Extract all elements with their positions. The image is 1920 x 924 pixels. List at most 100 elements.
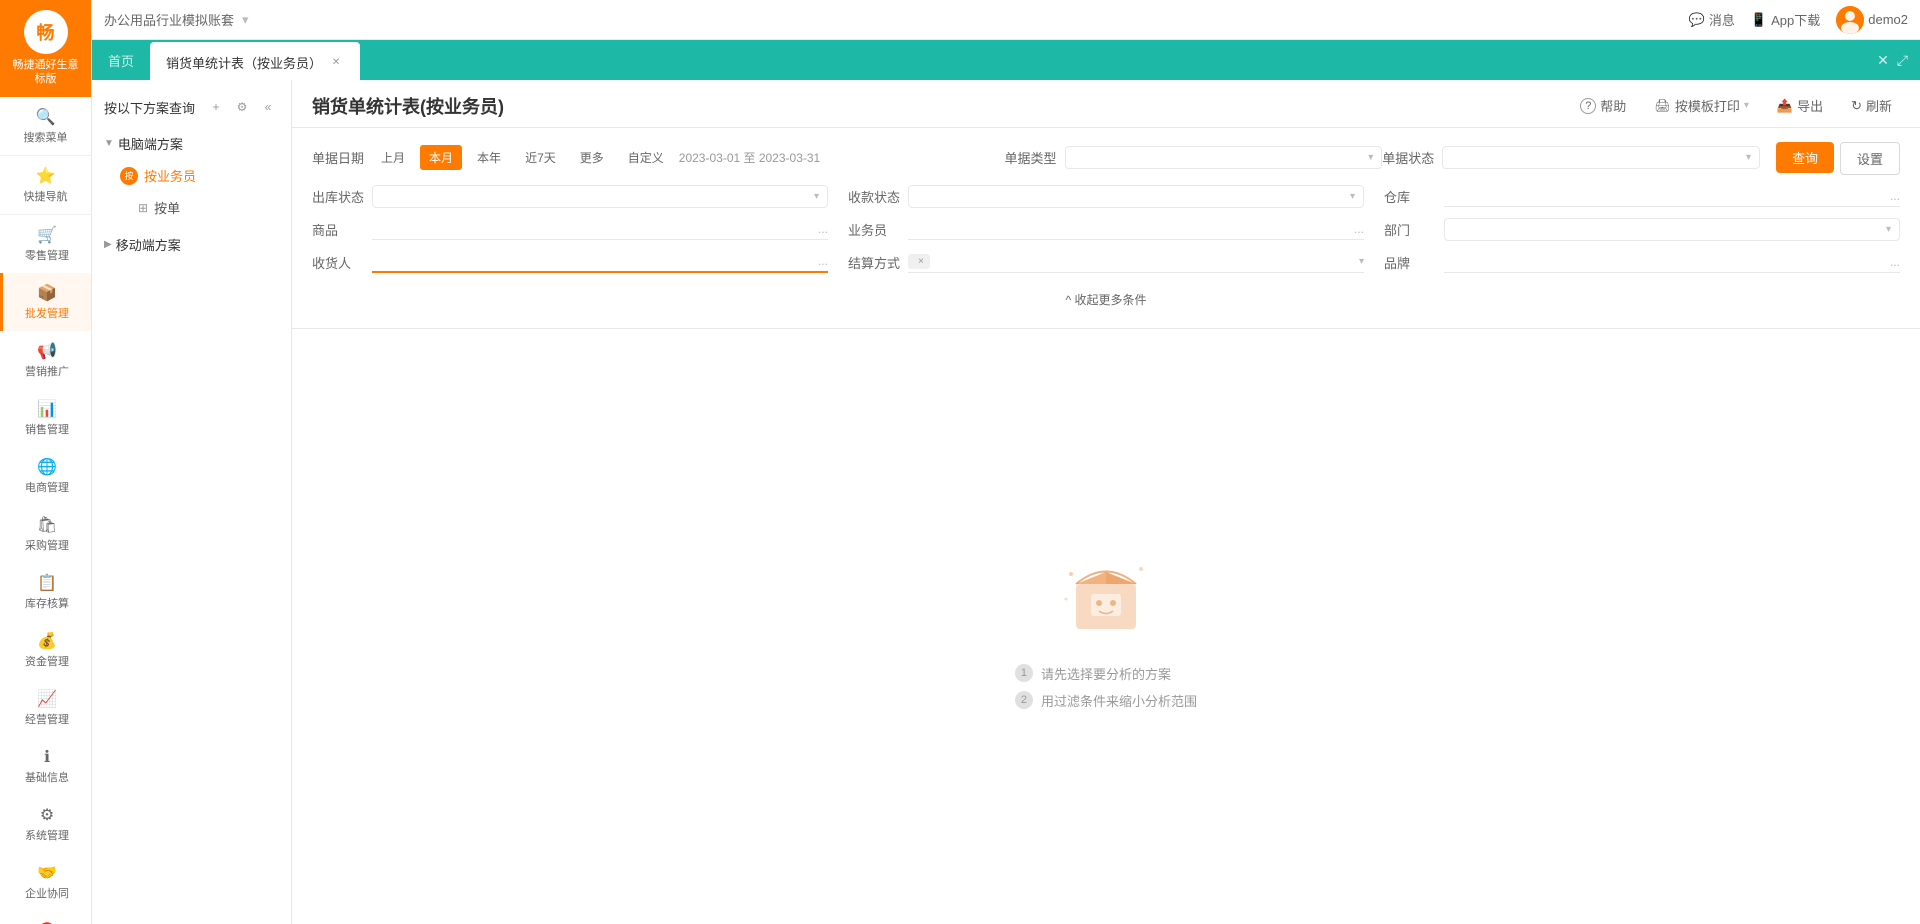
- tab-sales-stat[interactable]: 销货单统计表（按业务员） ✕: [150, 42, 360, 82]
- breadcrumb-dropdown-icon[interactable]: ▾: [242, 12, 249, 28]
- goods-control: ...: [372, 219, 828, 240]
- date-btn-custom[interactable]: 自定义: [619, 145, 673, 170]
- close-all-tabs-btn[interactable]: ✕: [1877, 52, 1889, 69]
- date-btn-this-month[interactable]: 本月: [420, 145, 462, 170]
- page-header: 销货单统计表(按业务员) ? 帮助 🖨 按模板打印 ▾ 📤: [292, 80, 1920, 128]
- page-header-actions: ? 帮助 🖨 按模板打印 ▾ 📤 导出 ↻: [1572, 92, 1900, 119]
- date-label: 单据日期: [312, 148, 364, 167]
- sidebar-quicknav[interactable]: ⭐ 快捷导航: [0, 156, 91, 215]
- mobile-section: ▶ 移动端方案: [92, 225, 291, 260]
- out-status-select[interactable]: ▾: [372, 185, 828, 208]
- settings-btn[interactable]: 设置: [1840, 142, 1900, 175]
- scheme-salesman-label: 按业务员: [144, 166, 196, 185]
- sidebar-item-ecommerce[interactable]: 🌐 电商管理: [0, 447, 91, 505]
- scheme-salesman[interactable]: 按 按业务员: [92, 159, 291, 192]
- sidebar-item-inventory[interactable]: 📋 库存核算: [0, 563, 91, 621]
- filter-out-status-item: 出库状态 ▾: [312, 185, 828, 208]
- empty-state: 1 请先选择要分析的方案 2 用过滤条件来缩小分析范围: [292, 329, 1920, 924]
- dept-select[interactable]: ▾: [1444, 218, 1900, 241]
- warehouse-dots[interactable]: ...: [1890, 189, 1900, 203]
- search-label: 搜索菜单: [24, 129, 68, 145]
- filter-type-item: 单据类型 ▾: [1005, 146, 1383, 169]
- sidebar-item-basic[interactable]: ℹ 基础信息: [0, 737, 91, 795]
- receiver-dots[interactable]: ...: [818, 254, 828, 268]
- print-icon: 🖨: [1654, 98, 1671, 114]
- wholesale-label: 批发管理: [25, 305, 69, 321]
- topbar: 办公用品行业模拟账套 ▾ 💬 消息 📱 App下载 demo2: [92, 0, 1920, 40]
- sidebar-item-finance[interactable]: 💰 资金管理: [0, 621, 91, 679]
- collapse-panel-btn[interactable]: «: [257, 96, 279, 118]
- brand-control: ...: [1444, 252, 1900, 273]
- settlement-arrow[interactable]: ▾: [1359, 256, 1364, 267]
- tab-home[interactable]: 首页: [92, 40, 150, 80]
- sidebar-item-sales[interactable]: 📊 销售管理: [0, 389, 91, 447]
- guide-icon: 🎯: [37, 921, 57, 924]
- username-label: demo2: [1868, 12, 1908, 27]
- ecommerce-label: 电商管理: [25, 479, 69, 495]
- message-icon: 💬: [1689, 12, 1705, 28]
- query-btn[interactable]: 查询: [1776, 142, 1834, 173]
- mobile-section-header[interactable]: ▶ 移动端方案: [92, 229, 291, 260]
- date-btn-7days[interactable]: 近7天: [516, 145, 565, 170]
- settings-scheme-btn[interactable]: ⚙: [231, 96, 253, 118]
- desktop-section-label: 电脑端方案: [118, 134, 183, 153]
- sidebar-search[interactable]: 🔍 搜索菜单: [0, 97, 91, 156]
- logo-icon: 畅: [24, 10, 68, 54]
- goods-dots[interactable]: ...: [818, 222, 828, 236]
- sidebar-item-operation[interactable]: 📈 经营管理: [0, 679, 91, 737]
- filter-row-4: 收货人 ... 结算方式: [312, 251, 1900, 273]
- sidebar-item-retail[interactable]: 🛒 零售管理: [0, 215, 91, 273]
- side-panel: 按以下方案查询 + ⚙ «: [92, 80, 292, 924]
- tab-close-btn[interactable]: ✕: [328, 54, 344, 70]
- pay-status-select[interactable]: ▾: [908, 185, 1364, 208]
- type-select[interactable]: ▾: [1065, 146, 1383, 169]
- sales-label: 销售管理: [25, 421, 69, 437]
- out-status-label: 出库状态: [312, 187, 364, 206]
- date-btn-this-year[interactable]: 本年: [468, 145, 510, 170]
- export-btn[interactable]: 📤 导出: [1769, 92, 1831, 119]
- retail-label: 零售管理: [25, 247, 69, 263]
- scheme-order[interactable]: ⊞ 按单: [92, 192, 291, 223]
- basic-label: 基础信息: [25, 769, 69, 785]
- sidebar-item-enterprise[interactable]: 🤝 企业协同: [0, 853, 91, 911]
- salesman-dots[interactable]: ...: [1354, 222, 1364, 236]
- brand-dots[interactable]: ...: [1890, 255, 1900, 269]
- settlement-control: × ▾: [908, 251, 1364, 273]
- desktop-section-header[interactable]: ▼ 电脑端方案: [92, 128, 291, 159]
- status-select-arrow: ▾: [1746, 152, 1751, 163]
- main-area: 办公用品行业模拟账套 ▾ 💬 消息 📱 App下载 demo2: [92, 0, 1920, 924]
- settlement-tag-close[interactable]: ×: [918, 256, 924, 267]
- status-select[interactable]: ▾: [1442, 146, 1760, 169]
- ecommerce-icon: 🌐: [37, 457, 57, 477]
- date-btn-last-month[interactable]: 上月: [372, 145, 414, 170]
- refresh-btn[interactable]: ↻ 刷新: [1843, 92, 1900, 119]
- add-scheme-btn[interactable]: +: [205, 96, 227, 118]
- enterprise-label: 企业协同: [25, 885, 69, 901]
- collapse-filter-btn[interactable]: ^ 收起更多条件: [312, 283, 1900, 316]
- sidebar-item-guide[interactable]: 🎯 新手引导: [0, 911, 91, 924]
- basic-icon: ℹ: [44, 747, 50, 767]
- receiver-label: 收货人: [312, 253, 364, 272]
- settlement-label: 结算方式: [848, 253, 900, 272]
- app-download-label: App下载: [1771, 10, 1820, 29]
- user-menu[interactable]: demo2: [1836, 6, 1908, 34]
- collapse-filter-label: ^ 收起更多条件: [1066, 291, 1147, 308]
- purchase-label: 采购管理: [25, 537, 69, 553]
- sidebar-item-marketing[interactable]: 📢 营销推广: [0, 331, 91, 389]
- sidebar-nav: 🛒 零售管理 📦 批发管理 📢 营销推广 📊 销售管理 🌐 电商管理 🛍: [0, 215, 91, 924]
- goods-label: 商品: [312, 220, 364, 239]
- expand-tab-btn[interactable]: ⤢: [1897, 52, 1908, 69]
- print-btn[interactable]: 🖨 按模板打印 ▾: [1646, 92, 1757, 119]
- date-btn-more[interactable]: 更多: [571, 145, 613, 170]
- filter-settlement-item: 结算方式 × ▾: [848, 251, 1364, 273]
- sidebar-item-wholesale[interactable]: 📦 批发管理: [0, 273, 91, 331]
- warehouse-control: ...: [1444, 186, 1900, 207]
- date-control: 上月 本月 本年 近7天 更多 自定义 2023-03-01 至 2023-03…: [372, 145, 1004, 170]
- sidebar-item-purchase[interactable]: 🛍 采购管理: [0, 505, 91, 563]
- tip-text-1: 请先选择要分析的方案: [1041, 664, 1171, 683]
- message-btn[interactable]: 💬 消息: [1689, 10, 1735, 29]
- app-download-btn[interactable]: 📱 App下载: [1751, 10, 1820, 29]
- warehouse-label: 仓库: [1384, 187, 1436, 206]
- help-btn[interactable]: ? 帮助: [1572, 92, 1634, 119]
- sidebar-item-system[interactable]: ⚙ 系统管理: [0, 795, 91, 853]
